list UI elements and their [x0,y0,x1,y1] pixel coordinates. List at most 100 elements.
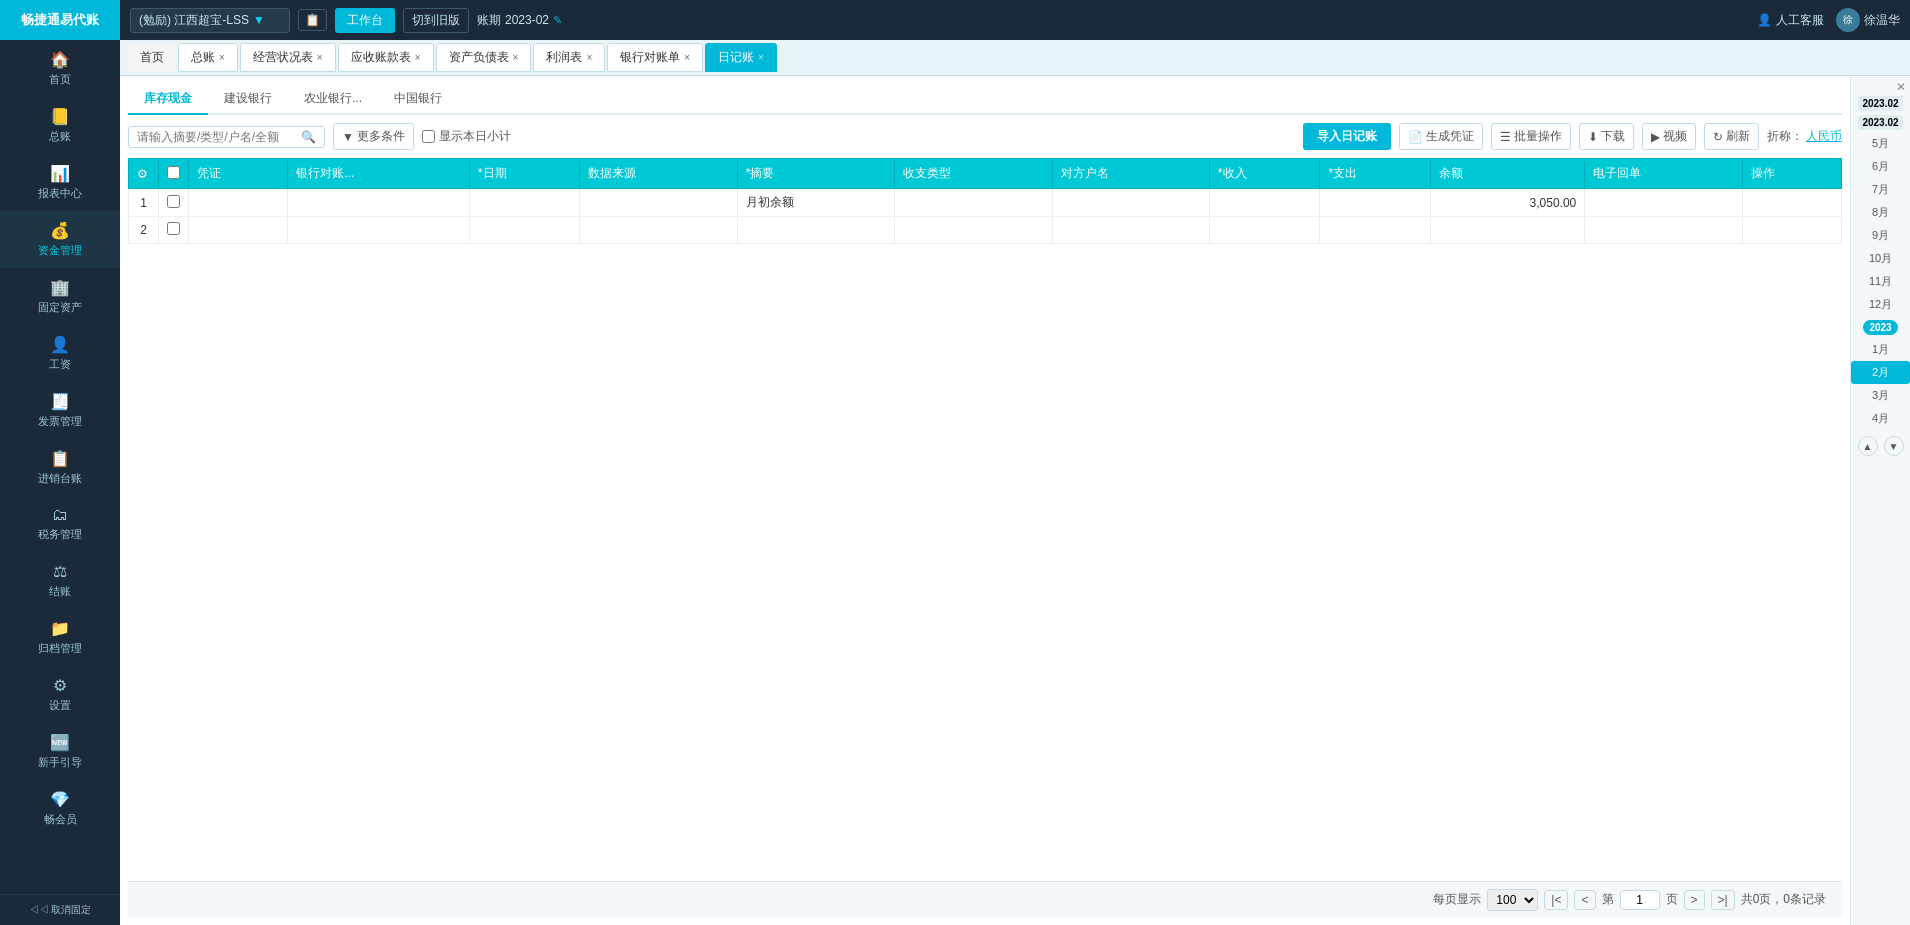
search-icon[interactable]: 🔍 [301,130,316,144]
last-page-button[interactable]: >| [1711,890,1735,910]
sub-tab-agriculture-bank[interactable]: 农业银行... [288,84,378,115]
sidebar-item-vip[interactable]: 💎 畅会员 [0,780,120,837]
import-journal-button[interactable]: 导入日记账 [1303,123,1391,150]
currency-link[interactable]: 人民币 [1806,129,1842,143]
sub-tab-china-bank[interactable]: 中国银行 [378,84,458,115]
sidebar-item-finance[interactable]: 💰 资金管理 [0,211,120,268]
per-page-select[interactable]: 100 50 200 [1487,889,1538,911]
tab-assets-liabilities-close[interactable]: × [513,52,519,63]
row-1-source [580,189,737,217]
tab-receivable-close[interactable]: × [415,52,421,63]
app-logo: 畅捷通易代账 [0,0,120,40]
period-label: 账期 [477,12,501,29]
calendar-nav-down[interactable]: ▼ [1884,436,1904,456]
sidebar-item-reports[interactable]: 📊 报表中心 [0,154,120,211]
tab-bank-statement[interactable]: 银行对账单 × [607,43,703,72]
calendar-month-2[interactable]: 2月 [1851,361,1910,384]
reports-icon: 📊 [50,164,70,183]
refresh-button[interactable]: ↻ 刷新 [1704,123,1759,150]
calendar-close-button[interactable]: ✕ [1896,80,1906,94]
download-icon: ⬇ [1588,130,1598,144]
first-page-button[interactable]: |< [1544,890,1568,910]
prev-page-button[interactable]: < [1574,890,1595,910]
row-2-checkbox[interactable] [159,217,189,244]
switch-version-button[interactable]: 切到旧版 [403,8,469,33]
row-1-checkbox[interactable] [159,189,189,217]
calendar-month-6[interactable]: 6月 [1851,155,1910,178]
video-button[interactable]: ▶ 视频 [1642,123,1696,150]
daily-subtotal-check[interactable] [422,130,435,143]
tab-journal-close[interactable]: × [758,52,764,63]
search-input[interactable] [137,130,297,144]
col-voucher: 凭证 [189,159,288,189]
tab-bank-statement-label: 银行对账单 [620,49,680,66]
calendar-month-11[interactable]: 11月 [1851,270,1910,293]
filter-button[interactable]: ▼ 更多条件 [333,123,414,150]
tab-assets-liabilities[interactable]: 资产负债表 × [436,43,532,72]
tab-business[interactable]: 经营状况表 × [240,43,336,72]
tab-ledger[interactable]: 总账 × [178,43,238,72]
sidebar-item-ledger[interactable]: 📒 总账 [0,97,120,154]
topbar-right: 👤 人工客服 徐 徐温华 [1757,8,1900,32]
sidebar-item-salary-label: 工资 [49,357,71,372]
tab-journal[interactable]: 日记账 × [705,43,777,72]
next-page-button[interactable]: > [1684,890,1705,910]
daily-subtotal-checkbox[interactable]: 显示本日小计 [422,128,511,145]
tab-bank-statement-close[interactable]: × [684,52,690,63]
copy-button[interactable]: 📋 [298,9,327,31]
row-2-operation [1742,217,1841,244]
tab-receivable[interactable]: 应收账款表 × [338,43,434,72]
sidebar-item-settings[interactable]: ⚙ 设置 [0,666,120,723]
page-number-input[interactable] [1620,890,1660,910]
calendar-month-12[interactable]: 12月 [1851,293,1910,316]
invoice-icon: 🧾 [50,392,70,411]
sidebar-item-assets[interactable]: 🏢 固定资产 [0,268,120,325]
col-settings[interactable]: ⚙ [129,159,159,189]
tab-profit-close[interactable]: × [586,52,592,63]
sidebar-item-guide[interactable]: 🆕 新手引导 [0,723,120,780]
calendar-month-10[interactable]: 10月 [1851,247,1910,270]
sidebar-item-invoice-label: 发票管理 [38,414,82,429]
page-suffix: 页 [1666,891,1678,908]
row-1-counterpart [1052,189,1209,217]
tab-business-close[interactable]: × [317,52,323,63]
sidebar-item-sales[interactable]: 📋 进销台账 [0,439,120,496]
calendar-month-4[interactable]: 4月 [1851,407,1910,430]
toolbar-right: 导入日记账 📄 生成凭证 ☰ 批量操作 ⬇ 下载 [1303,123,1842,150]
col-summary: *摘要 [737,159,894,189]
tab-ledger-close[interactable]: × [219,52,225,63]
calendar-month-1[interactable]: 1月 [1851,338,1910,361]
sub-tab-construction-bank[interactable]: 建设银行 [208,84,288,115]
sidebar-item-archive[interactable]: 📁 归档管理 [0,609,120,666]
workspace-button[interactable]: 工作台 [335,8,395,33]
sidebar-item-invoice[interactable]: 🧾 发票管理 [0,382,120,439]
company-select[interactable]: (勉励) 江西超宝-LSS ▼ [130,8,290,33]
calendar-month-3[interactable]: 3月 [1851,384,1910,407]
sidebar-item-home[interactable]: 🏠 首页 [0,40,120,97]
sub-tab-cash[interactable]: 库存现金 [128,84,208,115]
batch-op-button[interactable]: ☰ 批量操作 [1491,123,1571,150]
download-button[interactable]: ⬇ 下载 [1579,123,1634,150]
col-checkbox[interactable] [159,159,189,189]
unpin-button[interactable]: ◁◁ 取消固定 [0,894,120,925]
customer-service-button[interactable]: 👤 人工客服 [1757,12,1824,29]
sidebar-item-tax[interactable]: 🗂 税务管理 [0,496,120,552]
sidebar-item-salary[interactable]: 👤 工资 [0,325,120,382]
select-all-checkbox[interactable] [167,166,180,179]
tab-home[interactable]: 首页 [128,44,176,71]
generate-voucher-button[interactable]: 📄 生成凭证 [1399,123,1483,150]
sidebar-item-finance-label: 资金管理 [38,243,82,258]
period-value: 2023-02 [505,13,549,27]
calendar-nav-up[interactable]: ▲ [1858,436,1878,456]
sidebar-item-settle[interactable]: ⚖ 结账 [0,552,120,609]
period-edit-icon[interactable]: ✎ [553,14,562,27]
tab-profit[interactable]: 利润表 × [533,43,605,72]
calendar-month-7[interactable]: 7月 [1851,178,1910,201]
calendar-month-9[interactable]: 9月 [1851,224,1910,247]
calendar-month-5[interactable]: 5月 [1851,132,1910,155]
service-icon: 👤 [1757,13,1772,27]
calendar-panel: ✕ 2023.02 2023.02 5月 6月 7月 8月 9月 10月 11月… [1850,76,1910,925]
user-profile-button[interactable]: 徐 徐温华 [1836,8,1900,32]
sidebar-item-tax-label: 税务管理 [38,527,82,542]
calendar-month-8[interactable]: 8月 [1851,201,1910,224]
